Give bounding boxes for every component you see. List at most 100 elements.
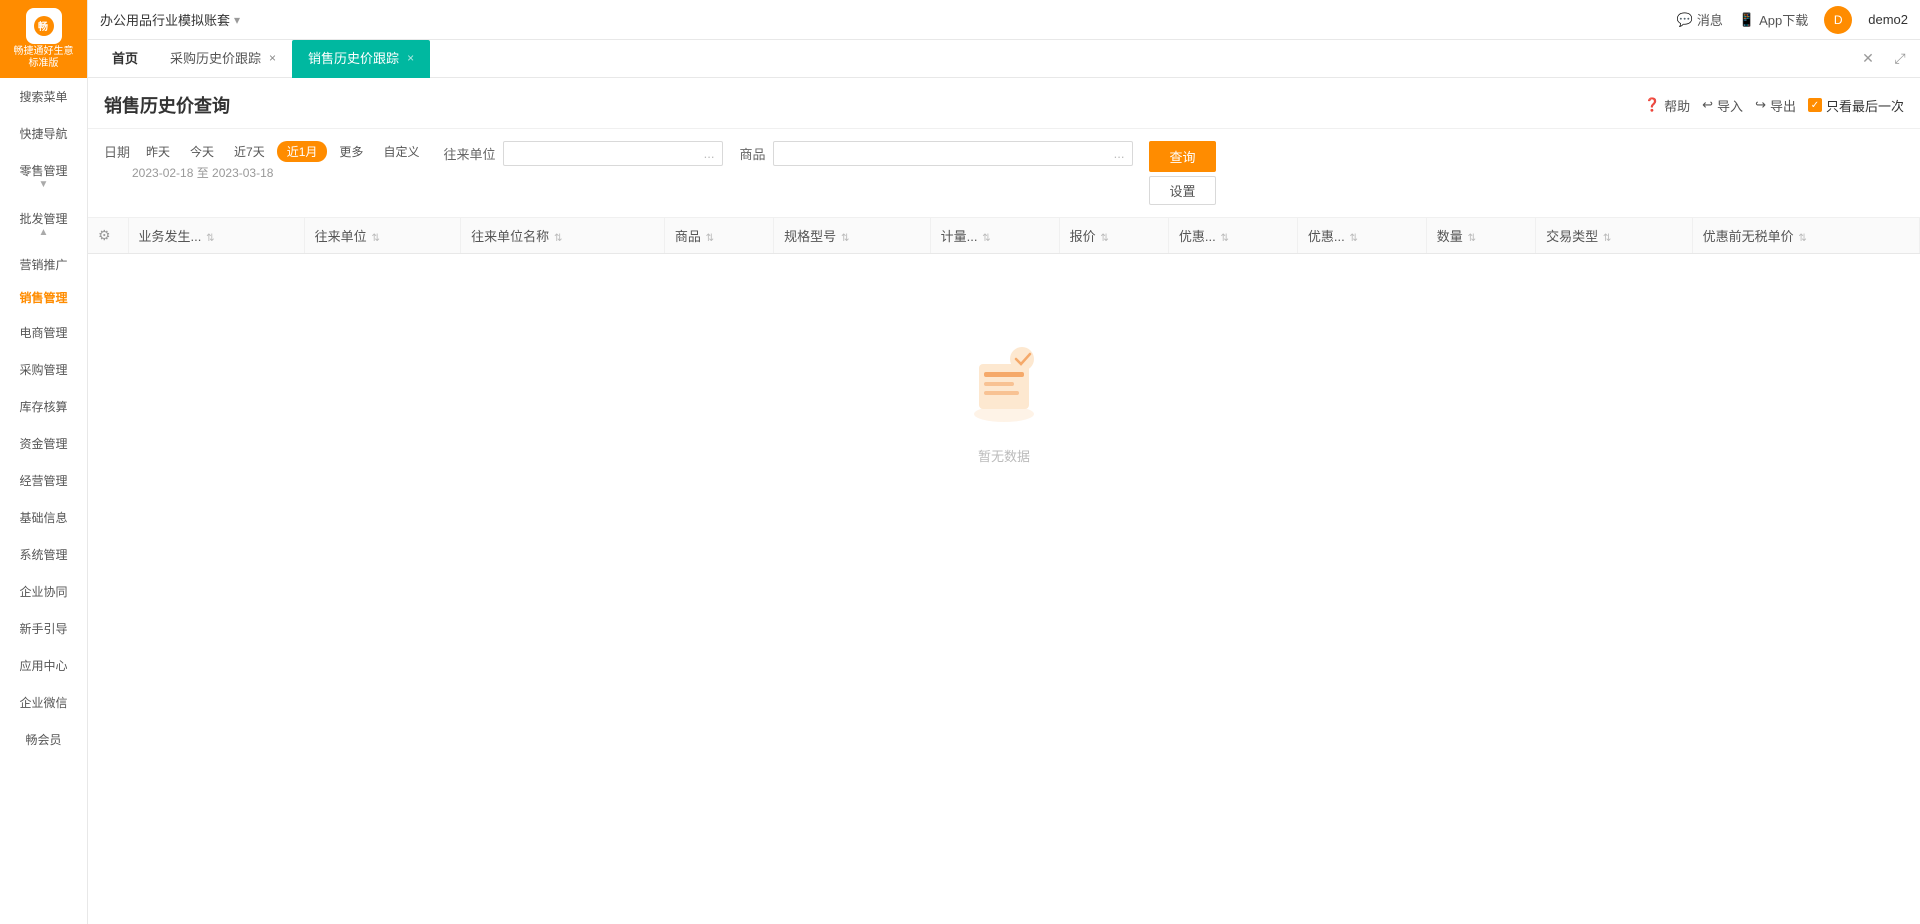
tab-purchase-history[interactable]: 采购历史价跟踪 ×: [154, 40, 292, 78]
counterpart-filter-group: 往来单位 ...: [443, 141, 723, 166]
date-btn-近7天[interactable]: 近7天: [226, 141, 273, 162]
tab-home[interactable]: 首页: [96, 40, 154, 78]
th-discount1[interactable]: 优惠... ⇅: [1168, 218, 1297, 254]
sort-icon: ⇅: [703, 233, 714, 244]
topbar-app-btn[interactable]: 📱 App下载: [1739, 10, 1808, 29]
table-settings-gear-icon[interactable]: ⚙: [98, 227, 111, 243]
th-settings[interactable]: ⚙: [88, 218, 128, 254]
th-label: 计量...: [941, 229, 978, 244]
sidebar: 畅 畅捷通好生意 标准版 搜索菜单快捷导航零售管理 ▼批发管理 ▲营销推广销售管…: [0, 0, 88, 924]
sidebar-item-system-mgmt[interactable]: 系统管理: [0, 536, 87, 573]
th-counterpart_code[interactable]: 往来单位 ⇅: [304, 218, 461, 254]
sidebar-item-search-order[interactable]: 搜索菜单: [0, 78, 87, 115]
sidebar-item-enterprise[interactable]: 企业协同: [0, 573, 87, 610]
th-biz_date[interactable]: 业务发生... ⇅: [128, 218, 304, 254]
counterpart-dots: ...: [704, 146, 715, 161]
sidebar-logo-text: 畅捷通好生意 标准版: [14, 46, 74, 70]
sidebar-item-label: 采购管理: [19, 361, 67, 378]
th-label: 交易类型: [1546, 229, 1598, 244]
import-label: 导入: [1717, 96, 1743, 115]
sort-icon: ⇅: [551, 233, 562, 244]
sidebar-item-ops-mgmt[interactable]: 经营管理: [0, 462, 87, 499]
topbar-dropdown-icon[interactable]: ▾: [234, 13, 240, 27]
topbar-actions: 💬 消息 📱 App下载 D demo2: [1677, 6, 1908, 34]
sort-icon: ⇅: [1600, 233, 1611, 244]
sidebar-logo: 畅 畅捷通好生意 标准版: [0, 0, 87, 78]
sidebar-item-app-center[interactable]: 应用中心: [0, 647, 87, 684]
empty-text: 暂无数据: [978, 446, 1030, 465]
chevron-icon: ▲: [39, 227, 49, 238]
sidebar-item-inventory[interactable]: 库存核算: [0, 388, 87, 425]
th-label: 业务发生...: [139, 229, 202, 244]
export-btn[interactable]: ↪ 导出: [1755, 96, 1796, 115]
sort-icon: ⇅: [1796, 233, 1807, 244]
date-btn-自定义[interactable]: 自定义: [375, 141, 427, 162]
th-trade_type[interactable]: 交易类型 ⇅: [1536, 218, 1693, 254]
sidebar-item-label: 库存核算: [19, 398, 67, 415]
table-head: ⚙业务发生... ⇅往来单位 ⇅往来单位名称 ⇅商品 ⇅规格型号 ⇅计量... …: [88, 218, 1920, 254]
sort-icon: ⇅: [838, 233, 849, 244]
date-btn-更多[interactable]: 更多: [331, 141, 371, 162]
date-btn-近1月[interactable]: 近1月: [277, 141, 328, 162]
page-header: 销售历史价查询 ❓ 帮助 ↩ 导入 ↪ 导出 ✓: [88, 78, 1920, 129]
sidebar-item-label: 系统管理: [19, 546, 67, 563]
tab-sales-history[interactable]: 销售历史价跟踪×: [292, 40, 430, 78]
main-area: 办公用品行业模拟账套 ▾ 💬 消息 📱 App下载 D demo2 首页采购历史…: [88, 0, 1920, 924]
close-tab-btn[interactable]: ✕: [1856, 47, 1880, 71]
counterpart-input[interactable]: ...: [503, 141, 723, 166]
sidebar-item-marketing[interactable]: 营销推广: [0, 248, 87, 281]
sidebar-item-quick-nav[interactable]: 快捷导航: [0, 115, 87, 152]
tab-close-icon[interactable]: ×: [407, 51, 414, 65]
content-area: 销售历史价查询 ❓ 帮助 ↩ 导入 ↪ 导出 ✓: [88, 78, 1920, 924]
settings-button[interactable]: 设置: [1149, 176, 1215, 205]
svg-text:畅: 畅: [38, 20, 48, 33]
date-btn-今天[interactable]: 今天: [182, 141, 222, 162]
th-unit[interactable]: 计量... ⇅: [930, 218, 1059, 254]
th-discount2[interactable]: 优惠... ⇅: [1297, 218, 1426, 254]
query-button[interactable]: 查询: [1149, 141, 1215, 172]
sidebar-item-wholesale-mgmt[interactable]: 批发管理 ▲: [0, 200, 87, 248]
th-quote[interactable]: 报价 ⇅: [1059, 218, 1168, 254]
sidebar-item-enterprise-wx[interactable]: 企业微信: [0, 684, 87, 721]
tab-close-icon[interactable]: ×: [269, 51, 276, 65]
th-label: 往来单位: [315, 229, 367, 244]
help-label: 帮助: [1664, 96, 1690, 115]
sidebar-item-newbie[interactable]: 新手引导: [0, 610, 87, 647]
topbar-message-label: 消息: [1697, 10, 1723, 29]
sidebar-item-label: 新手引导: [19, 620, 67, 637]
sort-icon: ⇅: [203, 233, 214, 244]
sidebar-item-finance[interactable]: 资金管理: [0, 425, 87, 462]
sidebar-item-label: 快捷导航: [19, 125, 67, 142]
empty-icon: [954, 334, 1054, 434]
sort-icon: ⇅: [1347, 233, 1358, 244]
product-input[interactable]: ...: [773, 141, 1133, 166]
data-table: ⚙业务发生... ⇅往来单位 ⇅往来单位名称 ⇅商品 ⇅规格型号 ⇅计量... …: [88, 218, 1920, 254]
tab-label: 采购历史价跟踪: [170, 48, 261, 67]
import-btn[interactable]: ↩ 导入: [1702, 96, 1743, 115]
maximize-tab-btn[interactable]: ⤢: [1888, 47, 1912, 71]
th-pre_tax_price[interactable]: 优惠前无税单价 ⇅: [1692, 218, 1919, 254]
sidebar-item-label: 零售管理: [19, 162, 67, 179]
th-quantity[interactable]: 数量 ⇅: [1426, 218, 1535, 254]
th-spec[interactable]: 规格型号 ⇅: [774, 218, 931, 254]
sidebar-item-ecommerce[interactable]: 电商管理: [0, 314, 87, 351]
th-product[interactable]: 商品 ⇅: [664, 218, 773, 254]
sidebar-item-basic-info[interactable]: 基础信息: [0, 499, 87, 536]
sidebar-item-sales-mgmt[interactable]: 销售管理: [0, 281, 87, 314]
only-last-label: 只看最后一次: [1826, 96, 1904, 115]
th-label: 优惠...: [1308, 229, 1345, 244]
help-btn[interactable]: ❓ 帮助: [1644, 96, 1690, 115]
user-avatar[interactable]: D: [1824, 6, 1852, 34]
only-last-checkbox[interactable]: ✓ 只看最后一次: [1808, 96, 1904, 115]
topbar-username[interactable]: demo2: [1868, 12, 1908, 27]
sidebar-item-retail-mgmt[interactable]: 零售管理 ▼: [0, 152, 87, 200]
sidebar-item-label: 企业协同: [19, 583, 67, 600]
app-icon: 📱: [1739, 12, 1755, 28]
filter-date-group: 日期 昨天今天近7天近1月更多自定义 2023-02-18 至 2023-03-…: [104, 141, 427, 181]
topbar-message-btn[interactable]: 💬 消息: [1677, 10, 1723, 29]
th-label: 优惠...: [1179, 229, 1216, 244]
th-counterpart_name[interactable]: 往来单位名称 ⇅: [461, 218, 665, 254]
sidebar-item-member[interactable]: 畅会员: [0, 721, 87, 758]
sidebar-item-purchase-mgmt[interactable]: 采购管理: [0, 351, 87, 388]
date-btn-昨天[interactable]: 昨天: [138, 141, 178, 162]
